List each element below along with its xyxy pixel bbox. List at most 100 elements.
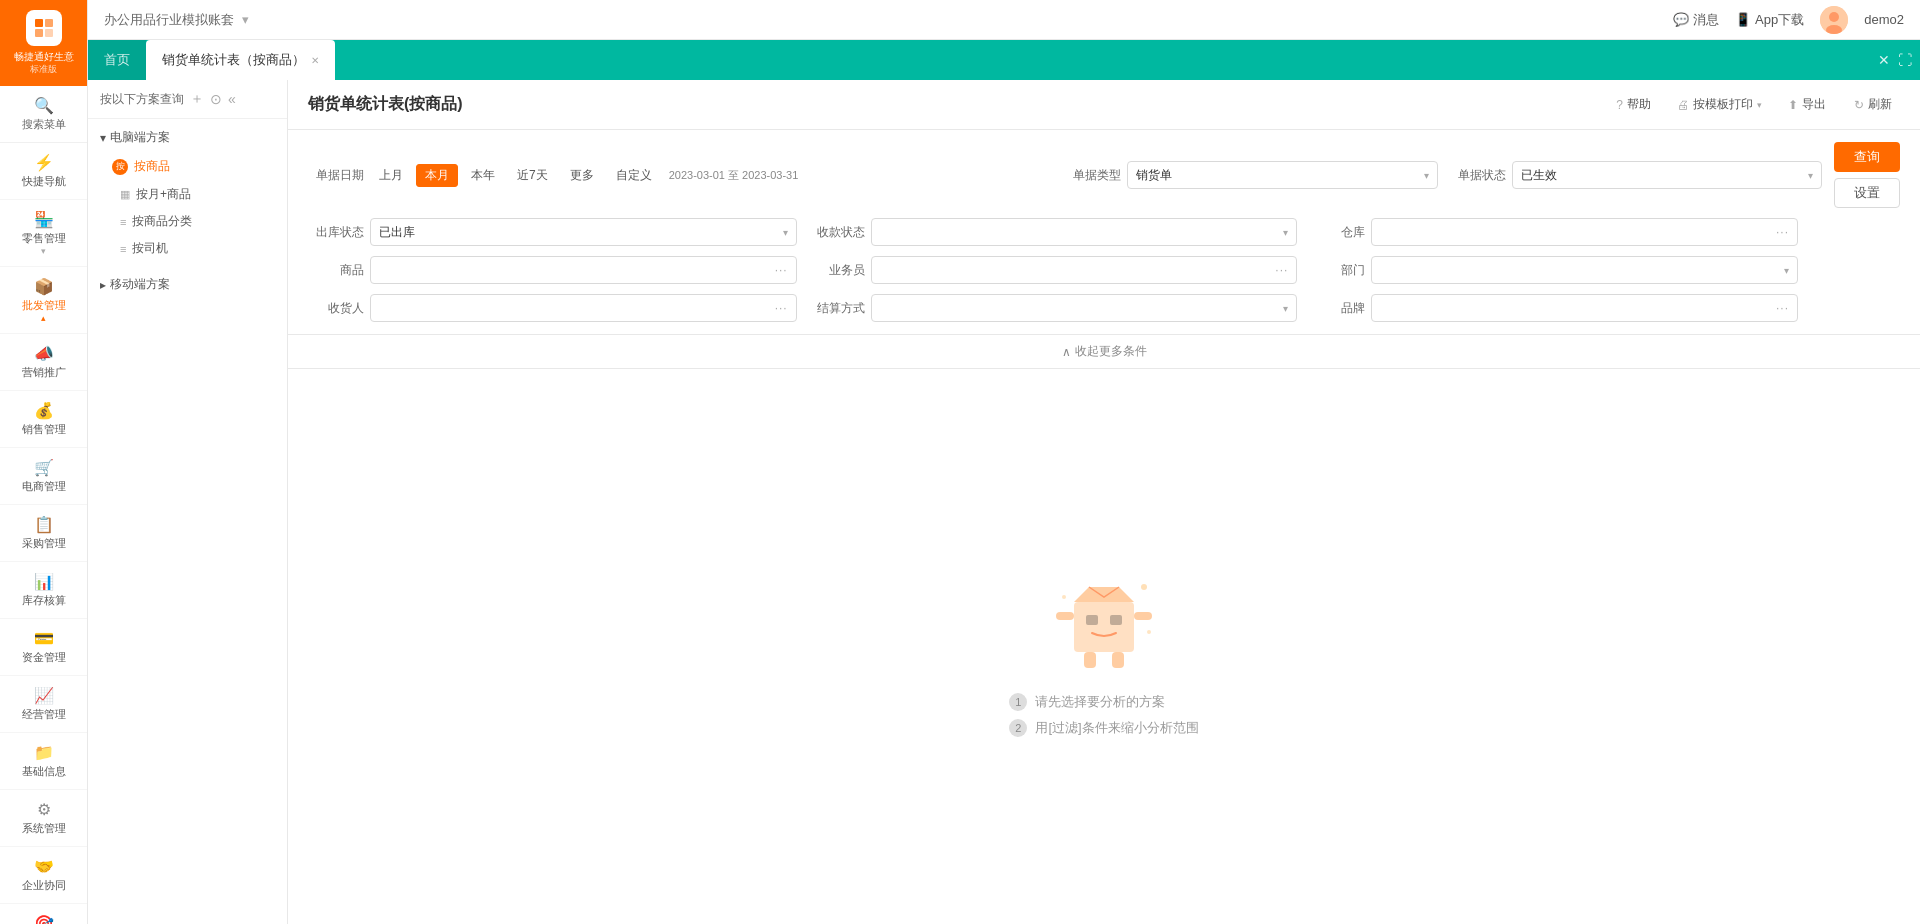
sidebar-search[interactable]: 🔍 搜索菜单 (0, 86, 87, 143)
product-dots[interactable]: ··· (775, 263, 788, 277)
salesperson-select[interactable]: ··· (871, 256, 1298, 284)
sidebar-item-wholesale[interactable]: 📦 批发管理 ▴ (0, 267, 87, 334)
scheme-group-mobile-title[interactable]: ▸ 移动端方案 (88, 270, 287, 299)
outbound-status-select[interactable]: 已出库 ▾ (370, 218, 797, 246)
main-area: 办公用品行业模拟账套 ▾ 💬 消息 📱 App下载 demo2 (88, 0, 1920, 924)
brand-dots[interactable]: ··· (1776, 301, 1789, 315)
template-print-btn[interactable]: 🖨 按模板打印 ▾ (1671, 92, 1768, 117)
sidebar-item-ecommerce[interactable]: 🛒 电商管理 (0, 448, 87, 505)
app-download-btn[interactable]: 📱 App下载 (1735, 11, 1804, 29)
scheme-driver-icon: ≡ (120, 243, 126, 255)
doc-type-value: 销货单 (1136, 167, 1172, 184)
sidebar: 畅捷通好生意 标准版 🔍 搜索菜单 ⚡ 快捷导航 🏪 零售管理 ▾ 📦 批发管理… (0, 0, 88, 924)
brand-select[interactable]: ··· (1371, 294, 1798, 322)
sidebar-item-operations[interactable]: 📈 经营管理 (0, 676, 87, 733)
app-sub-label: 标准版 (30, 63, 57, 76)
tip-num-2: 2 (1009, 719, 1027, 737)
filter-item-doc-status: 单据状态 已生效 ▾ (1450, 161, 1823, 189)
date-btn-last-month[interactable]: 上月 (370, 164, 412, 187)
sidebar-item-marketing[interactable]: 📣 营销推广 (0, 334, 87, 391)
payment-status-select[interactable]: ▾ (871, 218, 1298, 246)
tab-home[interactable]: 首页 (88, 40, 146, 80)
doc-status-select[interactable]: 已生效 ▾ (1512, 161, 1823, 189)
brand-label: 品牌 (1309, 300, 1365, 317)
doc-status-arrow: ▾ (1808, 170, 1813, 181)
scheme-item-by-product[interactable]: 按 按商品 (88, 152, 287, 181)
recipient-select[interactable]: ··· (370, 294, 797, 322)
sidebar-item-inventory[interactable]: 📊 库存核算 (0, 562, 87, 619)
svg-rect-13 (1112, 652, 1124, 668)
date-btn-this-year[interactable]: 本年 (462, 164, 504, 187)
svg-rect-1 (45, 19, 53, 27)
user-avatar[interactable] (1820, 6, 1848, 34)
tab-sales-stats[interactable]: 销货单统计表（按商品） ✕ (146, 40, 335, 80)
tab-expand-btn[interactable]: ⛶ (1898, 52, 1912, 68)
page-header: 销货单统计表(按商品) ? 帮助 🖨 按模板打印 ▾ ⬆ (288, 80, 1920, 130)
recipient-dots[interactable]: ··· (775, 301, 788, 315)
svg-rect-8 (1086, 615, 1098, 625)
department-label: 部门 (1309, 262, 1365, 279)
tip-item-1: 1 请先选择要分析的方案 (1009, 693, 1198, 711)
doc-type-select[interactable]: 销货单 ▾ (1127, 161, 1438, 189)
filter-row-4: 收货人 ··· 结算方式 ▾ 品牌 (308, 294, 1900, 322)
sidebar-item-basic[interactable]: 📁 基础信息 (0, 733, 87, 790)
sidebar-item-enterprise[interactable]: 🤝 企业协同 (0, 847, 87, 904)
tab-close-icon[interactable]: ✕ (311, 55, 319, 66)
empty-illustration (1044, 557, 1164, 677)
settlement-select[interactable]: ▾ (871, 294, 1298, 322)
outbound-status-arrow: ▾ (783, 227, 788, 238)
refresh-btn[interactable]: ↻ 刷新 (1846, 92, 1900, 117)
filter-panel-title: 按以下方案查询 (100, 91, 184, 108)
page-title: 销货单统计表(按商品) (308, 94, 463, 115)
date-btn-this-month[interactable]: 本月 (416, 164, 458, 187)
product-select[interactable]: ··· (370, 256, 797, 284)
department-select[interactable]: ▾ (1371, 256, 1798, 284)
warehouse-select[interactable]: ··· (1371, 218, 1798, 246)
help-btn[interactable]: ? 帮助 (1608, 92, 1659, 117)
finance-icon: 💳 (34, 629, 54, 648)
user-name[interactable]: demo2 (1864, 12, 1904, 27)
sidebar-item-quick-nav[interactable]: ⚡ 快捷导航 (0, 143, 87, 200)
date-btn-7days[interactable]: 近7天 (508, 164, 557, 187)
product-label: 商品 (308, 262, 364, 279)
scheme-item-driver[interactable]: ≡ 按司机 (88, 235, 287, 262)
filter-row-3: 商品 ··· 业务员 ··· 部门 (308, 256, 1900, 284)
filter-settings-btn[interactable]: ⊙ (210, 91, 222, 107)
tab-close-all-btn[interactable]: ✕ (1878, 52, 1890, 68)
warehouse-dots[interactable]: ··· (1776, 225, 1789, 239)
salesperson-dots[interactable]: ··· (1275, 263, 1288, 277)
sidebar-item-retail[interactable]: 🏪 零售管理 ▾ (0, 200, 87, 267)
scheme-group-pc-title[interactable]: ▾ 电脑端方案 (88, 123, 287, 152)
collapse-more-conditions[interactable]: ∧ 收起更多条件 (288, 335, 1920, 369)
filter-item-product: 商品 ··· (308, 256, 797, 284)
help-icon: ? (1616, 98, 1623, 112)
filter-collapse-btn[interactable]: « (228, 91, 236, 107)
settings-button[interactable]: 设置 (1834, 178, 1900, 208)
tab-home-label: 首页 (104, 51, 130, 69)
scheme-category-icon: ≡ (120, 216, 126, 228)
scheme-group-mobile: ▸ 移动端方案 (88, 266, 287, 303)
sidebar-item-system[interactable]: ⚙ 系统管理 (0, 790, 87, 847)
date-btn-custom[interactable]: 自定义 (607, 164, 661, 187)
export-btn[interactable]: ⬆ 导出 (1780, 92, 1834, 117)
date-btn-more[interactable]: 更多 (561, 164, 603, 187)
sidebar-item-purchase[interactable]: 📋 采购管理 (0, 505, 87, 562)
header-dropdown-arrow[interactable]: ▾ (242, 12, 249, 27)
sidebar-item-sales[interactable]: 💰 销售管理 (0, 391, 87, 448)
scheme-month-label: 按月+商品 (136, 186, 191, 203)
header-right: 💬 消息 📱 App下载 demo2 (1673, 6, 1904, 34)
date-filter: 上月 本月 本年 近7天 更多 自定义 2023-03-01 至 2023-03… (370, 164, 798, 187)
app-suite-name: 办公用品行业模拟账套 (104, 11, 234, 29)
app-logo[interactable]: 畅捷通好生意 标准版 (0, 0, 88, 86)
marketing-icon: 📣 (34, 344, 54, 363)
query-button[interactable]: 查询 (1834, 142, 1900, 172)
scheme-item-month-product[interactable]: ▦ 按月+商品 (88, 181, 287, 208)
ecommerce-icon: 🛒 (34, 458, 54, 477)
sidebar-item-newbie[interactable]: 🎯 新手引导 (0, 904, 87, 924)
scheme-item-product-category[interactable]: ≡ 按商品分类 (88, 208, 287, 235)
message-btn[interactable]: 💬 消息 (1673, 11, 1719, 29)
filter-add-btn[interactable]: ＋ (190, 90, 204, 108)
sidebar-item-finance[interactable]: 💳 资金管理 (0, 619, 87, 676)
doc-status-label: 单据状态 (1450, 167, 1506, 184)
enterprise-label: 企业协同 (22, 878, 66, 893)
